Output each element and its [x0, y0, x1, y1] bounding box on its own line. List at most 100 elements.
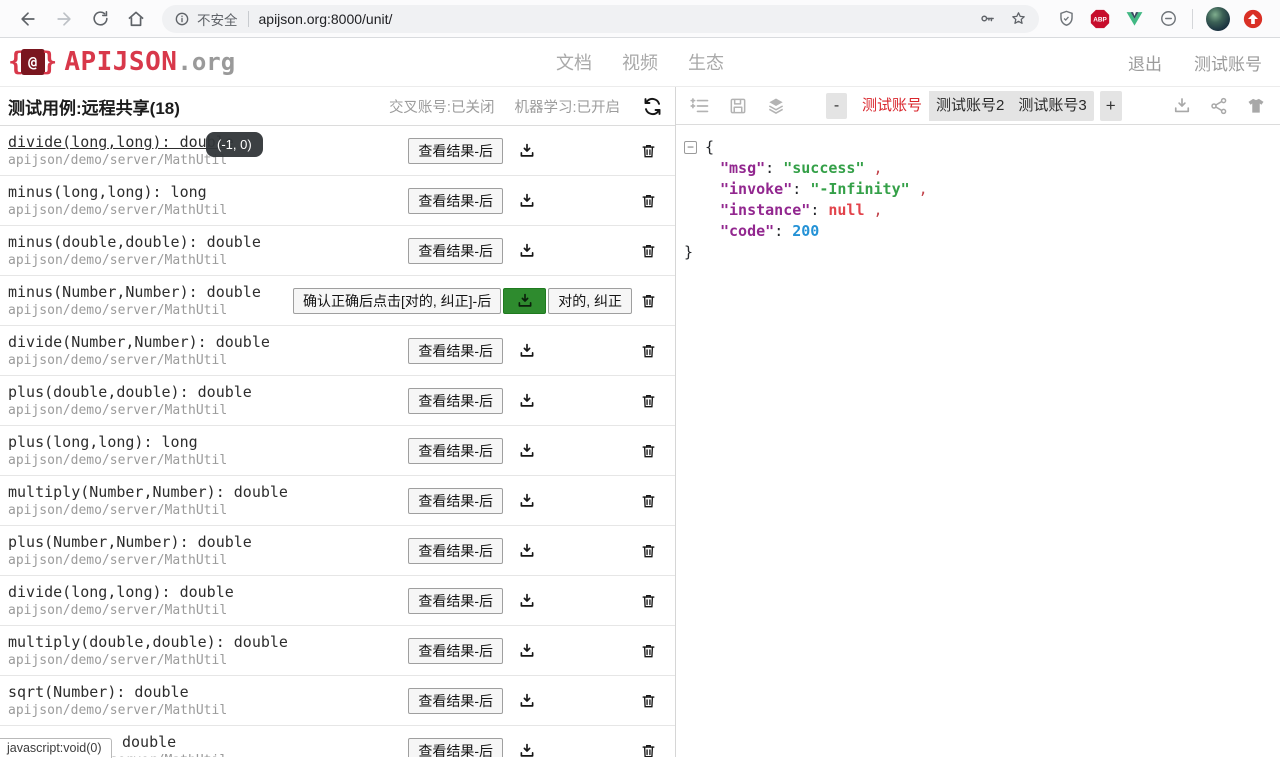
test-case-row[interactable]: minus(long,long): long apijson/demo/serve… — [0, 176, 675, 226]
method-signature[interactable]: multiply(Number,Number): double — [8, 483, 288, 501]
circle-extension-icon[interactable] — [1156, 7, 1180, 31]
test-case-row[interactable]: minus(Number,Number): double apijson/demo… — [0, 276, 675, 326]
info-icon[interactable] — [174, 11, 190, 27]
abp-extension-icon[interactable]: ABP — [1088, 7, 1112, 31]
view-result-button[interactable]: 查看结果-后 — [408, 187, 503, 214]
trash-icon[interactable] — [640, 742, 657, 758]
layers-icon[interactable] — [766, 96, 786, 116]
test-case-row[interactable]: divide(long,long): double apijson/demo/se… — [0, 126, 675, 176]
refresh-icon[interactable] — [642, 96, 663, 117]
logout-link[interactable]: 退出 — [1128, 50, 1162, 75]
home-icon[interactable] — [124, 7, 148, 31]
test-case-row[interactable]: multiply(Number,Number): double apijson/d… — [0, 476, 675, 526]
confirm-correct-button[interactable]: 对的, 纠正 — [548, 287, 632, 314]
method-signature[interactable]: multiply(double,double): double — [8, 633, 288, 651]
method-signature[interactable]: divide(long,long): double — [8, 133, 234, 151]
trash-icon[interactable] — [640, 442, 657, 460]
vue-extension-icon[interactable] — [1122, 7, 1146, 31]
url-text[interactable]: apijson.org:8000/unit/ — [259, 11, 393, 27]
download-icon[interactable] — [518, 142, 536, 160]
reload-icon[interactable] — [88, 7, 112, 31]
test-case-row[interactable]: plus(double,double): double apijson/demo/… — [0, 376, 675, 426]
trash-icon[interactable] — [640, 642, 657, 660]
share-icon[interactable] — [1209, 96, 1229, 116]
download-icon[interactable] — [518, 442, 536, 460]
forward-icon[interactable] — [52, 7, 76, 31]
test-case-row[interactable]: plus(long,long): long apijson/demo/server… — [0, 426, 675, 476]
remove-tab-button[interactable]: - — [826, 92, 847, 119]
download-icon[interactable] — [518, 692, 536, 710]
tshirt-icon[interactable] — [1246, 96, 1266, 116]
method-signature[interactable]: plus(Number,Number): double — [8, 533, 252, 551]
download-icon[interactable] — [518, 342, 536, 360]
trash-icon[interactable] — [640, 692, 657, 710]
trash-icon[interactable] — [640, 192, 657, 210]
view-result-button[interactable]: 查看结果-后 — [408, 537, 503, 564]
download-icon[interactable] — [518, 242, 536, 260]
view-result-button[interactable]: 查看结果-后 — [408, 587, 503, 614]
confirm-download-button[interactable] — [503, 287, 547, 314]
trash-icon[interactable] — [640, 542, 657, 560]
view-result-button[interactable]: 查看结果-后 — [408, 237, 503, 264]
method-signature[interactable]: double — [122, 733, 227, 751]
test-case-row[interactable]: sqrt(Number): double apijson/demo/server/… — [0, 676, 675, 726]
method-signature[interactable]: sqrt(Number): double — [8, 683, 227, 701]
download-icon[interactable] — [518, 542, 536, 560]
view-result-button[interactable]: 查看结果-后 — [408, 337, 503, 364]
collapse-icon[interactable]: − — [684, 141, 697, 154]
view-result-button[interactable]: 查看结果-后 — [408, 137, 503, 164]
machine-learning-status[interactable]: 机器学习:已开启 — [514, 96, 620, 117]
download-icon[interactable] — [1172, 96, 1192, 116]
trash-icon[interactable] — [640, 592, 657, 610]
trash-icon[interactable] — [640, 342, 657, 360]
view-result-button[interactable]: 查看结果-后 — [408, 387, 503, 414]
download-icon[interactable] — [518, 592, 536, 610]
method-signature[interactable]: divide(Number,Number): double — [8, 333, 270, 351]
apijson-logo[interactable]: { @ } APIJSON .org — [8, 47, 235, 77]
method-signature[interactable]: minus(double,double): double — [8, 233, 261, 251]
test-list-icon[interactable] — [690, 96, 710, 116]
trash-icon[interactable] — [640, 392, 657, 410]
nav-link-0[interactable]: 文档 — [556, 49, 592, 75]
view-result-button[interactable]: 查看结果-后 — [408, 437, 503, 464]
profile-avatar[interactable] — [1206, 6, 1230, 31]
account-link[interactable]: 测试账号 — [1194, 50, 1262, 75]
view-result-button[interactable]: 查看结果-后 — [408, 687, 503, 714]
add-tab-button[interactable]: + — [1099, 90, 1122, 121]
method-signature[interactable]: minus(long,long): long — [8, 183, 227, 201]
download-icon[interactable] — [518, 492, 536, 510]
key-icon[interactable] — [979, 10, 996, 27]
save-icon[interactable] — [728, 96, 748, 116]
trash-icon[interactable] — [640, 142, 657, 160]
security-label[interactable]: 不安全 — [197, 9, 238, 29]
shield-extension-icon[interactable] — [1054, 7, 1078, 31]
bookmark-star-icon[interactable] — [1010, 10, 1027, 27]
method-signature[interactable]: plus(double,double): double — [8, 383, 252, 401]
test-case-row[interactable]: divide(long,long): double apijson/demo/se… — [0, 576, 675, 626]
url-bar[interactable]: 不安全 apijson.org:8000/unit/ — [162, 4, 1039, 33]
nav-link-1[interactable]: 视频 — [622, 49, 658, 75]
account-tab-0[interactable]: 测试账号 — [855, 90, 930, 121]
trash-icon[interactable] — [640, 242, 657, 260]
test-case-row[interactable]: plus(Number,Number): double apijson/demo/… — [0, 526, 675, 576]
test-case-row[interactable]: divide(Number,Number): double apijson/dem… — [0, 326, 675, 376]
cross-account-status[interactable]: 交叉账号:已关闭 — [389, 96, 495, 117]
trash-icon[interactable] — [640, 492, 657, 510]
update-icon[interactable] — [1241, 7, 1265, 31]
download-icon[interactable] — [518, 642, 536, 660]
test-case-row[interactable]: multiply(double,double): double apijson/d… — [0, 626, 675, 676]
download-icon[interactable] — [518, 392, 536, 410]
nav-link-2[interactable]: 生态 — [688, 49, 724, 75]
test-case-row[interactable]: minus(double,double): double apijson/demo… — [0, 226, 675, 276]
method-signature[interactable]: plus(long,long): long — [8, 433, 227, 451]
confirm-hint-button[interactable]: 确认正确后点击[对的, 纠正]-后 — [292, 287, 502, 314]
account-tab-1[interactable]: 测试账号2 — [929, 91, 1011, 121]
account-tab-2[interactable]: 测试账号3 — [1011, 91, 1093, 121]
view-result-button[interactable]: 查看结果-后 — [408, 487, 503, 514]
view-result-button[interactable]: 查看结果-后 — [408, 737, 503, 757]
download-icon[interactable] — [518, 192, 536, 210]
method-signature[interactable]: minus(Number,Number): double — [8, 283, 261, 301]
method-signature[interactable]: divide(long,long): double — [8, 583, 234, 601]
download-icon[interactable] — [518, 742, 536, 758]
trash-icon[interactable] — [640, 292, 657, 310]
